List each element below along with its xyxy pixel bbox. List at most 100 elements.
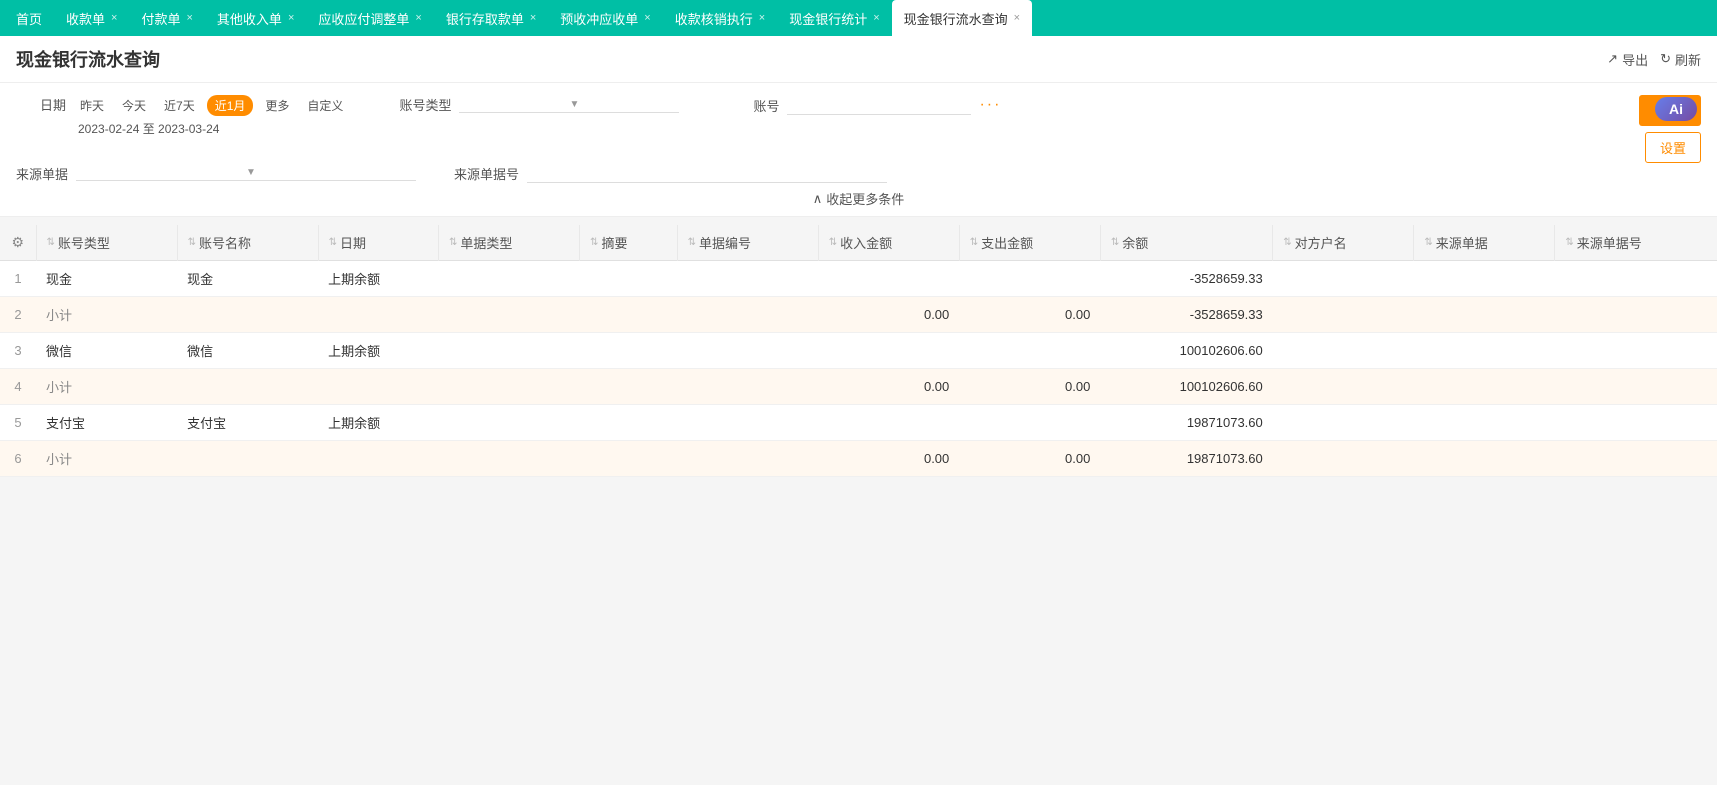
cell-account-type: 小计 xyxy=(36,369,177,405)
nav-home[interactable]: 首页 xyxy=(4,0,54,36)
main-table: ⚙ ⇅账号类型 ⇅账号名称 ⇅日期 ⇅单据类型 ⇅摘要 ⇅单据编 xyxy=(0,225,1717,477)
nav-payment[interactable]: 付款单 × xyxy=(129,0,204,36)
nav-receipt[interactable]: 收款单 × xyxy=(54,0,129,36)
settings-button[interactable]: 设置 xyxy=(1645,132,1701,163)
sort-icon[interactable]: ⇅ xyxy=(1283,237,1291,248)
sort-icon[interactable]: ⇅ xyxy=(188,237,196,248)
source-doc-select[interactable]: ▼ xyxy=(76,165,416,181)
close-icon[interactable]: × xyxy=(288,12,294,24)
cell-date xyxy=(318,441,438,477)
filter-row-1: 日期 昨天 今天 近7天 近1月 更多 自定义 2023-02-24 至 202… xyxy=(16,95,1701,163)
th-source-doc: ⇅来源单据 xyxy=(1414,225,1555,261)
th-date: ⇅日期 xyxy=(318,225,438,261)
collapse-icon: ∧ xyxy=(813,191,823,207)
row-num: 4 xyxy=(0,369,36,405)
gear-icon[interactable]: ⚙ xyxy=(11,234,24,250)
sort-icon[interactable]: ⇅ xyxy=(829,237,837,248)
nav-bank-deposit[interactable]: 银行存取款单 × xyxy=(434,0,548,36)
close-icon[interactable]: × xyxy=(759,12,765,24)
cell-date xyxy=(318,297,438,333)
cell-account-name: 支付宝 xyxy=(177,405,318,441)
cell-balance: 19871073.60 xyxy=(1100,405,1272,441)
cell-source-doc-no xyxy=(1555,333,1717,369)
date-today[interactable]: 今天 xyxy=(116,95,152,116)
cell-expense: 0.00 xyxy=(959,297,1100,333)
cell-income xyxy=(818,261,959,297)
cell-account-name xyxy=(177,441,318,477)
close-icon[interactable]: × xyxy=(415,12,421,24)
cell-source-doc-no xyxy=(1555,297,1717,333)
close-icon[interactable]: × xyxy=(1014,12,1020,24)
date-yesterday[interactable]: 昨天 xyxy=(74,95,110,116)
close-icon[interactable]: × xyxy=(111,12,117,24)
cell-doc-no xyxy=(677,405,818,441)
cell-income: 0.00 xyxy=(818,441,959,477)
sort-icon[interactable]: ⇅ xyxy=(970,237,978,248)
row-num: 3 xyxy=(0,333,36,369)
sort-icon[interactable]: ⇅ xyxy=(449,237,457,248)
th-account-name: ⇅账号名称 xyxy=(177,225,318,261)
close-icon[interactable]: × xyxy=(186,12,192,24)
account-type-label: 账号类型 xyxy=(399,95,451,114)
nav-writeoff[interactable]: 收款核销执行 × xyxy=(663,0,777,36)
date-more[interactable]: 更多 xyxy=(259,95,295,116)
row-num: 1 xyxy=(0,261,36,297)
account-input[interactable] xyxy=(791,97,967,112)
table-container: ⚙ ⇅账号类型 ⇅账号名称 ⇅日期 ⇅单据类型 ⇅摘要 ⇅单据编 xyxy=(0,225,1717,477)
cell-summary xyxy=(580,333,678,369)
nav-advance[interactable]: 预收冲应收单 × xyxy=(548,0,662,36)
date-custom[interactable]: 自定义 xyxy=(301,95,349,116)
table-row: 3 微信 微信 上期余额 100102606.60 xyxy=(0,333,1717,369)
cell-date xyxy=(318,369,438,405)
sort-icon[interactable]: ⇅ xyxy=(47,237,55,248)
sort-icon[interactable]: ⇅ xyxy=(1111,237,1119,248)
export-button[interactable]: ↗ 导出 xyxy=(1607,50,1648,69)
account-ellipsis-button[interactable]: ··· xyxy=(979,96,1001,114)
date-1month[interactable]: 近1月 xyxy=(207,95,254,116)
th-source-doc-no: ⇅来源单据号 xyxy=(1555,225,1717,261)
cell-summary xyxy=(580,297,678,333)
sort-icon[interactable]: ⇅ xyxy=(1424,237,1432,248)
cell-balance: -3528659.33 xyxy=(1100,261,1272,297)
th-summary: ⇅摘要 xyxy=(580,225,678,261)
table-row: 6 小计 0.00 0.00 19871073.60 xyxy=(0,441,1717,477)
refresh-icon: ↻ xyxy=(1660,51,1671,67)
th-settings: ⚙ xyxy=(0,225,36,261)
source-doc-no-input-container xyxy=(527,163,887,183)
header-actions: ↗ 导出 ↻ 刷新 xyxy=(1607,50,1701,69)
close-icon[interactable]: × xyxy=(644,12,650,24)
cell-account-type: 现金 xyxy=(36,261,177,297)
source-doc-no-label: 来源单据号 xyxy=(454,164,519,183)
close-icon[interactable]: × xyxy=(873,12,879,24)
nav-bank-stats[interactable]: 现金银行统计 × xyxy=(777,0,891,36)
nav-bank-flow[interactable]: 现金银行流水查询 × xyxy=(892,0,1032,36)
sort-icon[interactable]: ⇅ xyxy=(688,237,696,248)
ai-badge[interactable]: Ai xyxy=(1655,97,1697,121)
refresh-button[interactable]: ↻ 刷新 xyxy=(1660,50,1701,69)
cell-summary xyxy=(580,369,678,405)
source-doc-label: 来源单据 xyxy=(16,164,68,183)
cell-counterparty xyxy=(1273,405,1414,441)
close-icon[interactable]: × xyxy=(530,12,536,24)
collapse-button[interactable]: ∧ 收起更多条件 xyxy=(813,189,905,208)
th-expense: ⇅支出金额 xyxy=(959,225,1100,261)
cell-doc-no xyxy=(677,333,818,369)
sort-icon[interactable]: ⇅ xyxy=(1565,237,1573,248)
cell-doc-type xyxy=(438,369,579,405)
source-doc-no-input[interactable] xyxy=(531,165,883,180)
cell-counterparty xyxy=(1273,297,1414,333)
table-row: 2 小计 0.00 0.00 -3528659.33 xyxy=(0,297,1717,333)
cell-doc-type xyxy=(438,405,579,441)
cell-account-type: 小计 xyxy=(36,441,177,477)
date-7days[interactable]: 近7天 xyxy=(158,95,201,116)
sort-icon[interactable]: ⇅ xyxy=(329,237,337,248)
nav-other-income[interactable]: 其他收入单 × xyxy=(205,0,306,36)
cell-source-doc-no xyxy=(1555,261,1717,297)
nav-adjustment[interactable]: 应收应付调整单 × xyxy=(306,0,433,36)
account-type-select[interactable]: ▼ xyxy=(459,97,679,113)
cell-doc-no xyxy=(677,261,818,297)
sort-icon[interactable]: ⇅ xyxy=(590,237,598,248)
cell-account-name: 现金 xyxy=(177,261,318,297)
cell-expense xyxy=(959,261,1100,297)
cell-expense: 0.00 xyxy=(959,441,1100,477)
